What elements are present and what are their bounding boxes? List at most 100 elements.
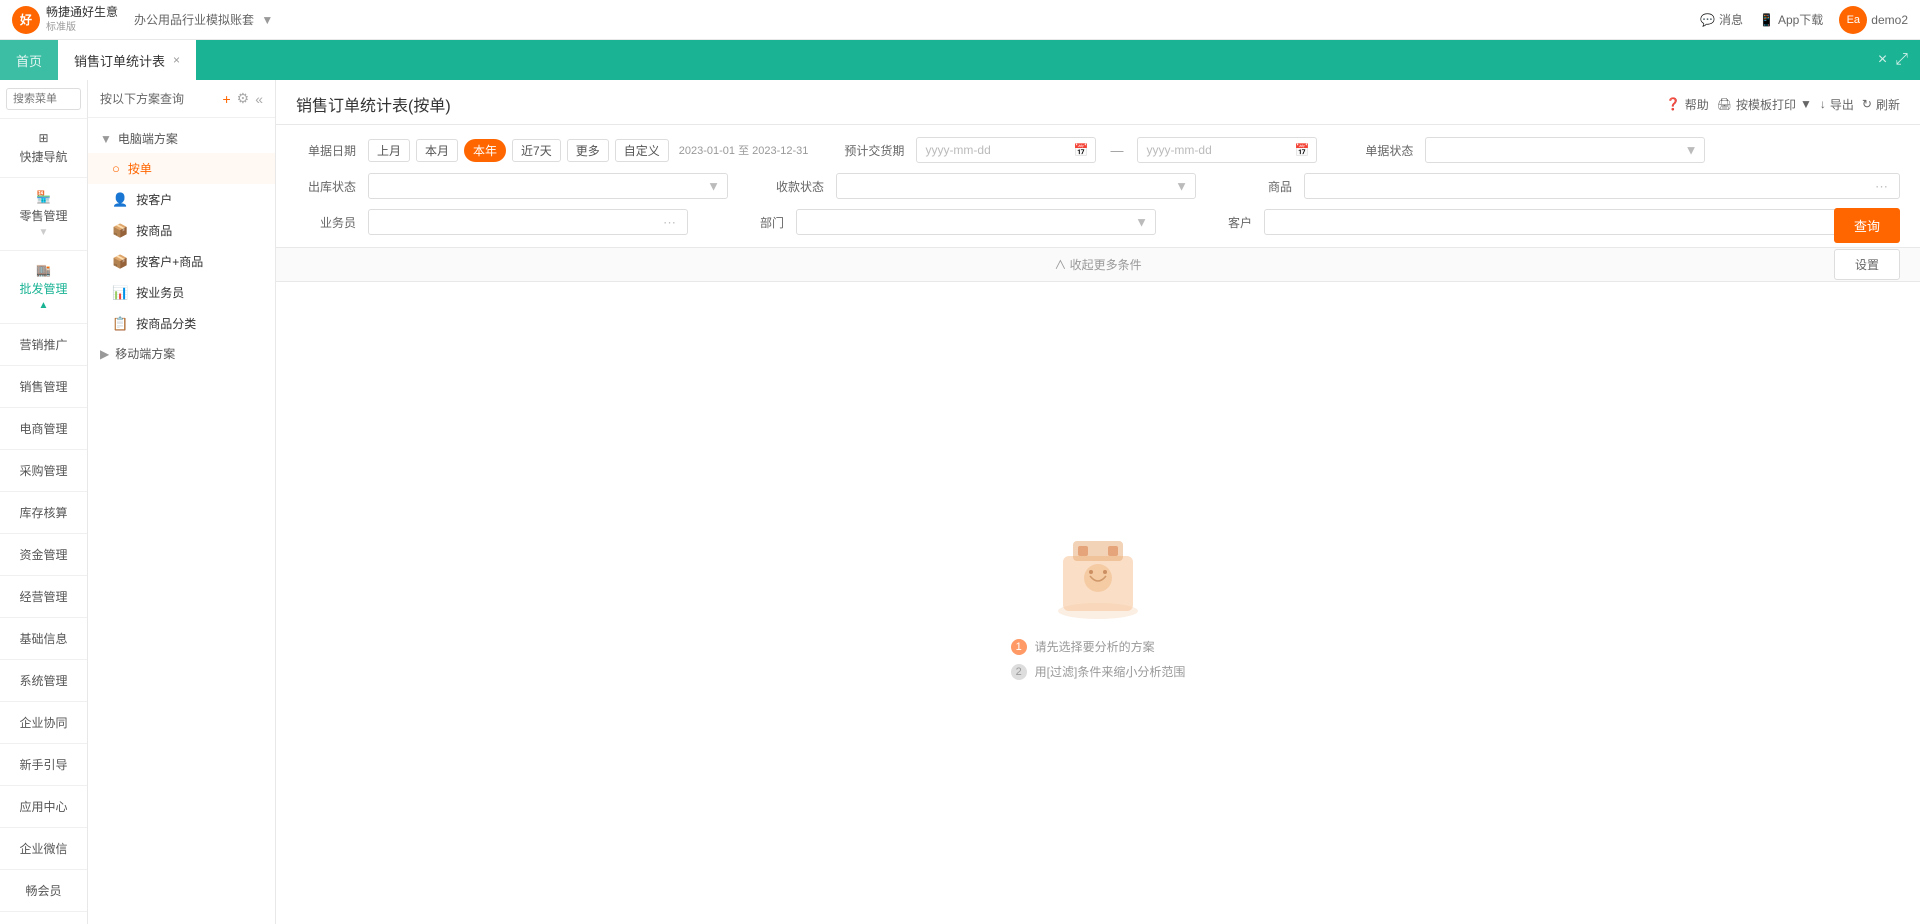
scheme-item-by-customer-product[interactable]: 📦 按客户+商品: [88, 246, 275, 277]
scheme-group-mobile-header[interactable]: ▶ 移动端方案: [88, 339, 275, 368]
sidebar-item-finance[interactable]: 资金管理: [0, 534, 87, 576]
scheme-list: ▼ 电脑端方案 ○ 按单 👤 按客户 📦 按商品: [88, 118, 275, 924]
retail-icon: 🏪: [36, 190, 51, 204]
expected-delivery-end-wrap: 📅: [1137, 137, 1317, 163]
tab-close-icon[interactable]: ×: [173, 53, 180, 67]
help-icon: ❓: [1666, 97, 1681, 111]
filter-row-1: 单据日期 上月 本月 本年 近7天 更多 自定义 2023-01-01 至 20…: [296, 137, 1900, 163]
customer-input[interactable]: [1264, 209, 1900, 235]
collapse-text: ∧ 收起更多条件: [1054, 258, 1141, 272]
sidebar-item-enterprise[interactable]: 企业协同: [0, 702, 87, 744]
sidebar-item-basic[interactable]: 基础信息: [0, 618, 87, 660]
scheme-item-by-order[interactable]: ○ 按单: [88, 153, 275, 184]
sidebar-item-operation[interactable]: 经营管理: [0, 576, 87, 618]
date-btn-this-year[interactable]: 本年: [464, 139, 506, 162]
wholesale-icon: 🏬: [36, 263, 51, 277]
scheme-settings-button[interactable]: ⚙: [237, 90, 250, 107]
page-actions: ❓ 帮助 🖨 按模板打印 ▼ ↓ 导出 ↻ 刷新: [1666, 96, 1900, 113]
salesperson-input-wrap: ···: [368, 209, 688, 235]
sidebar-item-newbie[interactable]: 新手引导: [0, 744, 87, 786]
user-menu[interactable]: Ea demo2: [1839, 6, 1908, 34]
sidebar-item-ecommerce[interactable]: 电商管理: [0, 408, 87, 450]
expected-delivery-end-input[interactable]: [1137, 137, 1317, 163]
avatar: Ea: [1839, 6, 1867, 34]
expected-delivery-start-wrap: 📅: [916, 137, 1096, 163]
date-btn-this-month[interactable]: 本月: [416, 139, 458, 162]
app-download-button[interactable]: 📱 App下载: [1759, 11, 1823, 28]
customer-label: 客户: [1192, 214, 1252, 231]
sidebar-item-retail[interactable]: 🏪 零售管理 ▼: [0, 178, 87, 251]
date-btn-custom[interactable]: 自定义: [615, 139, 669, 162]
scheme-item-by-product-category[interactable]: 📋 按商品分类: [88, 308, 275, 339]
empty-state: 1 请先选择要分析的方案 2 用[过滤]条件来缩小分析范围: [276, 282, 1920, 924]
date-presets: 上月 本月 本年 近7天 更多 自定义 2023-01-01 至 2023-12…: [368, 139, 808, 162]
sidebar-item-inventory[interactable]: 库存核算: [0, 492, 87, 534]
header-left: 好 畅捷通好生意 标准版 办公用品行业模拟账套 ▼: [12, 5, 273, 34]
query-button[interactable]: 查询: [1834, 208, 1900, 243]
ship-status-select[interactable]: [368, 173, 728, 199]
tab-close-window-icon[interactable]: ×: [1878, 51, 1887, 69]
sidebar-item-system[interactable]: 系统管理: [0, 660, 87, 702]
header-right: 💬 消息 📱 App下载 Ea demo2: [1700, 6, 1908, 34]
date-btn-last-month[interactable]: 上月: [368, 139, 410, 162]
export-button[interactable]: ↓ 导出: [1820, 96, 1854, 113]
salesperson-label: 业务员: [296, 214, 356, 231]
export-icon: ↓: [1820, 97, 1826, 111]
sidebar-item-member[interactable]: 畅会员: [0, 870, 87, 912]
scheme-item-by-customer[interactable]: 👤 按客户: [88, 184, 275, 215]
app-logo-text: 畅捷通好生意 标准版: [46, 5, 118, 34]
empty-hints: 1 请先选择要分析的方案 2 用[过滤]条件来缩小分析范围: [1011, 638, 1186, 680]
filter-row-3: 业务员 ··· 部门 ▼ 客户 ···: [296, 209, 1900, 235]
message-icon: 💬: [1700, 13, 1715, 27]
department-select-wrap: ▼: [796, 209, 1156, 235]
retail-arrow-icon: ▼: [39, 227, 49, 238]
sidebar-search-area: [0, 80, 87, 119]
hint-num-2: 2: [1011, 664, 1027, 680]
sidebar-item-wholesale[interactable]: 🏬 批发管理 ▲: [0, 251, 87, 324]
tab-expand-icon[interactable]: ⤢: [1895, 51, 1908, 69]
collapse-bar[interactable]: ∧ 收起更多条件: [276, 248, 1920, 282]
sidebar-item-purchase[interactable]: 采购管理: [0, 450, 87, 492]
page-header: 销售订单统计表(按单) ❓ 帮助 🖨 按模板打印 ▼ ↓ 导出: [276, 80, 1920, 125]
sidebar-item-app-center[interactable]: 应用中心: [0, 786, 87, 828]
sidebar-item-wechat[interactable]: 企业微信: [0, 828, 87, 870]
sidebar-item-marketing[interactable]: 营销推广: [0, 324, 87, 366]
department-label: 部门: [724, 214, 784, 231]
product-input[interactable]: [1304, 173, 1900, 199]
shortcut-icon: ⊞: [38, 131, 48, 145]
scheme-panel: 按以下方案查询 + ⚙ « ▼ 电脑端方案 ○ 按单: [88, 80, 276, 924]
template-print-button[interactable]: 🖨 按模板打印 ▼: [1717, 96, 1812, 113]
date-btn-more[interactable]: 更多: [567, 139, 609, 162]
doc-status-select[interactable]: [1425, 137, 1705, 163]
workspace-title[interactable]: 办公用品行业模拟账套 ▼: [134, 11, 273, 28]
product-dots-icon[interactable]: ···: [1871, 179, 1892, 194]
scheme-collapse-button[interactable]: «: [255, 91, 263, 107]
scheme-item-by-salesperson[interactable]: 📊 按业务员: [88, 277, 275, 308]
tab-home[interactable]: 首页: [0, 40, 58, 80]
tab-sales-order-stat[interactable]: 销售订单统计表 ×: [58, 40, 196, 80]
calendar-start-icon: 📅: [1073, 143, 1088, 157]
sidebar: ⊞ 快捷导航 🏪 零售管理 ▼ 🏬 批发管理 ▲ 营销推广 销售管理 电商管理 …: [0, 80, 88, 924]
department-select[interactable]: [796, 209, 1156, 235]
scheme-group-desktop: ▼ 电脑端方案 ○ 按单 👤 按客户 📦 按商品: [88, 124, 275, 339]
help-button[interactable]: ❓ 帮助: [1666, 96, 1709, 113]
date-btn-last-7-days[interactable]: 近7天: [512, 139, 561, 162]
sidebar-item-shortcut[interactable]: ⊞ 快捷导航: [0, 119, 87, 178]
tab-bar: 首页 销售订单统计表 × × ⤢: [0, 40, 1920, 80]
settings-button[interactable]: 设置: [1834, 249, 1900, 280]
salesperson-dots-icon[interactable]: ···: [659, 215, 680, 230]
message-button[interactable]: 💬 消息: [1700, 11, 1743, 28]
by-salesperson-icon: 📊: [112, 285, 128, 301]
collection-status-select[interactable]: [836, 173, 1196, 199]
sidebar-item-sales[interactable]: 销售管理: [0, 366, 87, 408]
main-layout: ⊞ 快捷导航 🏪 零售管理 ▼ 🏬 批发管理 ▲ 营销推广 销售管理 电商管理 …: [0, 80, 1920, 924]
main-right: 销售订单统计表(按单) ❓ 帮助 🖨 按模板打印 ▼ ↓ 导出: [276, 80, 1920, 924]
scheme-item-by-product[interactable]: 📦 按商品: [88, 215, 275, 246]
search-input[interactable]: [6, 88, 81, 110]
expected-delivery-start-input[interactable]: [916, 137, 1096, 163]
top-header: 好 畅捷通好生意 标准版 办公用品行业模拟账套 ▼ 💬 消息 📱 App下载 E…: [0, 0, 1920, 40]
salesperson-input[interactable]: [368, 209, 688, 235]
scheme-group-desktop-header[interactable]: ▼ 电脑端方案: [88, 124, 275, 153]
refresh-button[interactable]: ↻ 刷新: [1862, 96, 1900, 113]
scheme-add-button[interactable]: +: [222, 91, 230, 107]
